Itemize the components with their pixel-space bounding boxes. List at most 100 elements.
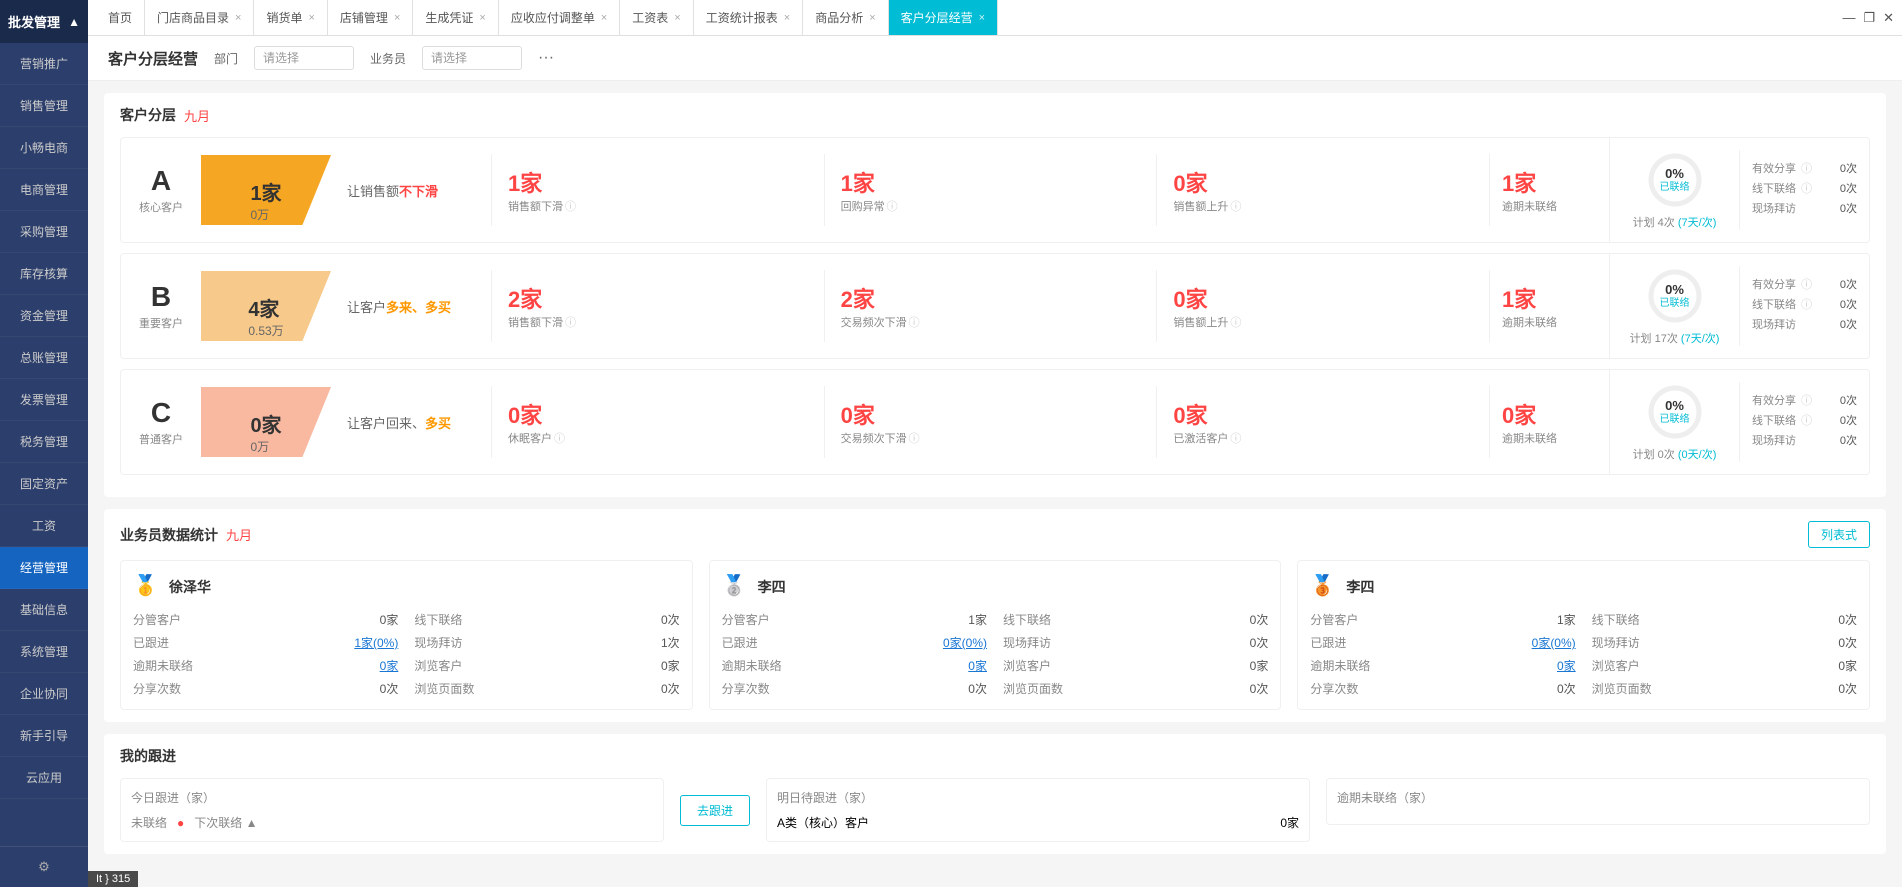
staff-stat-val[interactable]: 0家(0%): [1532, 634, 1576, 651]
sidebar-item-库存核算[interactable]: 库存核算: [0, 253, 88, 295]
sidebar-item-企业协同[interactable]: 企业协同: [0, 673, 88, 715]
metric-label: 销售额上升 ⓘ: [1173, 198, 1473, 214]
overdue-followup-title: 逾期未联络（家）: [1337, 789, 1859, 806]
staff-stat-label: 逾期未联络: [133, 657, 193, 674]
tier-count-box-B: 4家 0.53万: [201, 271, 331, 341]
staff-stat-val: 1家: [968, 611, 987, 628]
tab-工资统计报表[interactable]: 工资统计报表×: [694, 0, 803, 36]
tab-close-icon[interactable]: ×: [979, 12, 985, 24]
staff-stat-val: 0次: [1838, 634, 1857, 651]
staff-stat-val[interactable]: 0家(0%): [943, 634, 987, 651]
circle-sublabel: 已联络: [1660, 182, 1690, 194]
tier-label-C: C 普通客户: [121, 381, 201, 463]
sidebar-item-固定资产[interactable]: 固定资产: [0, 463, 88, 505]
tab-销货单[interactable]: 销货单×: [254, 0, 327, 36]
customer-section: 客户分层 九月 A 核心客户 1家 0万 让销售额不下滑 1家 销售额下滑 ⓘ: [104, 93, 1886, 497]
circle-container: 0% 已联络: [1645, 266, 1705, 326]
staff-select[interactable]: 请选择: [422, 46, 522, 70]
sidebar-item-税务管理[interactable]: 税务管理: [0, 421, 88, 463]
staff-stat-val: 0次: [1250, 680, 1269, 697]
circle-plan: 计划 4次 (7天/次): [1633, 214, 1717, 230]
stat-val: 0次: [1840, 180, 1857, 200]
tier-slogan-B: 让客户多来、多买: [331, 289, 491, 324]
customer-month-badge: 九月: [184, 106, 210, 125]
circle-text: 0% 已联络: [1660, 398, 1690, 426]
tier-letter-C: C: [151, 397, 171, 429]
staff-stat-row: 线下联络 0次: [414, 611, 679, 628]
sidebar-item-电商管理[interactable]: 电商管理: [0, 169, 88, 211]
list-view-button[interactable]: 列表式: [1808, 521, 1870, 548]
dept-select[interactable]: 请选择: [254, 46, 354, 70]
goto-followup-button[interactable]: 去跟进: [680, 795, 750, 826]
stat-row: 现场拜访 0次: [1752, 432, 1857, 452]
tab-应收应付调整单[interactable]: 应收应付调整单×: [499, 0, 620, 36]
staff-stat-label: 现场拜访: [1003, 634, 1051, 651]
sidebar-item-新手引导[interactable]: 新手引导: [0, 715, 88, 757]
sidebar-item-总账管理[interactable]: 总账管理: [0, 337, 88, 379]
sidebar-collapse-icon[interactable]: ▲: [68, 15, 80, 29]
tab-close-icon[interactable]: ×: [235, 12, 241, 24]
sidebar-item-发票管理[interactable]: 发票管理: [0, 379, 88, 421]
staff-stat-val[interactable]: 0家: [380, 657, 399, 674]
circle-plan: 计划 0次 (0天/次): [1633, 446, 1717, 462]
tab-close-icon[interactable]: ×: [308, 12, 314, 24]
more-options-icon[interactable]: ···: [538, 49, 554, 67]
tab-close-icon[interactable]: ×: [869, 12, 875, 24]
tab-门店商品目录[interactable]: 门店商品目录×: [145, 0, 254, 36]
sidebar-item-经营管理[interactable]: 经营管理: [0, 547, 88, 589]
staff-section-header: 业务员数据统计 九月 列表式: [120, 521, 1870, 548]
tab-工资表[interactable]: 工资表×: [620, 0, 693, 36]
stat-val: 0次: [1840, 412, 1857, 432]
staff-stat-val: 1次: [661, 634, 680, 651]
sidebar-item-资金管理[interactable]: 资金管理: [0, 295, 88, 337]
stat-val: 0次: [1840, 316, 1857, 336]
sidebar-item-系统管理[interactable]: 系统管理: [0, 631, 88, 673]
staff-stat-val[interactable]: 0家: [1557, 657, 1576, 674]
sidebar-item-工资[interactable]: 工资: [0, 505, 88, 547]
tab-bar: 首页门店商品目录×销货单×店铺管理×生成凭证×应收应付调整单×工资表×工资统计报…: [88, 0, 1902, 36]
tab-close-icon[interactable]: ×: [601, 12, 607, 24]
today-followup-box: 今日跟进（家） 未联络 ● 下次联络 ▲: [120, 778, 664, 842]
settings-icon[interactable]: ⚙: [0, 846, 88, 887]
sidebar-item-营销推广[interactable]: 营销推广: [0, 43, 88, 85]
tier-row-C: C 普通客户 0家 0万 让客户回来、多买 0家 休眠客户 ⓘ 0家 交易频次下…: [120, 369, 1870, 475]
tier-right-stats-A: 有效分享 ⓘ 0次 线下联络 ⓘ 0次 现场拜访 0次: [1739, 150, 1869, 229]
sidebar-item-小畅电商[interactable]: 小畅电商: [0, 127, 88, 169]
sidebar-item-销售管理[interactable]: 销售管理: [0, 85, 88, 127]
metric-box: 0家 销售额上升 ⓘ: [1156, 270, 1489, 342]
staff-stats-grid: 分管客户 1家 线下联络 0次 已跟进 0家(0%) 现场拜访 0次 逾期未联络…: [722, 611, 1269, 697]
tab-店铺管理[interactable]: 店铺管理×: [328, 0, 413, 36]
staff-stat-val[interactable]: 1家(0%): [354, 634, 398, 651]
staff-stat-val: 0次: [1557, 680, 1576, 697]
window-close-icon[interactable]: ✕: [1883, 10, 1894, 26]
sidebar-item-基础信息[interactable]: 基础信息: [0, 589, 88, 631]
tab-生成凭证[interactable]: 生成凭证×: [413, 0, 498, 36]
sidebar-item-采购管理[interactable]: 采购管理: [0, 211, 88, 253]
staff-card-李四: 🥉 李四 分管客户 1家 线下联络 0次 已跟进 0家(0%) 现场拜访 0次 …: [1297, 560, 1870, 710]
staff-stat-val: 0次: [661, 611, 680, 628]
staff-stat-label: 浏览客户: [414, 657, 462, 674]
staff-stat-val: 0次: [661, 680, 680, 697]
tab-close-icon[interactable]: ×: [674, 12, 680, 24]
circle-pct: 0%: [1660, 166, 1690, 182]
sidebar-item-云应用[interactable]: 云应用: [0, 757, 88, 799]
sidebar-header: 批发管理 ▲: [0, 0, 88, 43]
window-restore-icon[interactable]: ❐: [1863, 10, 1875, 26]
metric-box: 2家 交易频次下滑 ⓘ: [824, 270, 1157, 342]
tab-首页[interactable]: 首页: [96, 0, 145, 36]
staff-stat-row: 浏览页面数 0次: [1592, 680, 1857, 697]
tier-right-stats-C: 有效分享 ⓘ 0次 线下联络 ⓘ 0次 现场拜访 0次: [1739, 382, 1869, 461]
customer-section-title: 客户分层 九月: [120, 105, 1870, 125]
staff-stat-label: 浏览页面数: [1003, 680, 1063, 697]
metric-label: 销售额上升 ⓘ: [1173, 314, 1473, 330]
tab-客户分层经营[interactable]: 客户分层经营×: [889, 0, 998, 36]
window-minimize-icon[interactable]: —: [1842, 10, 1855, 25]
tab-close-icon[interactable]: ×: [784, 12, 790, 24]
staff-stat-label: 现场拜访: [414, 634, 462, 651]
tab-close-icon[interactable]: ×: [479, 12, 485, 24]
tab-商品分析[interactable]: 商品分析×: [803, 0, 888, 36]
staff-stat-val[interactable]: 0家: [968, 657, 987, 674]
tab-close-icon[interactable]: ×: [394, 12, 400, 24]
stat-label: 线下联络 ⓘ: [1752, 180, 1812, 200]
staff-stat-val: 0次: [1250, 634, 1269, 651]
